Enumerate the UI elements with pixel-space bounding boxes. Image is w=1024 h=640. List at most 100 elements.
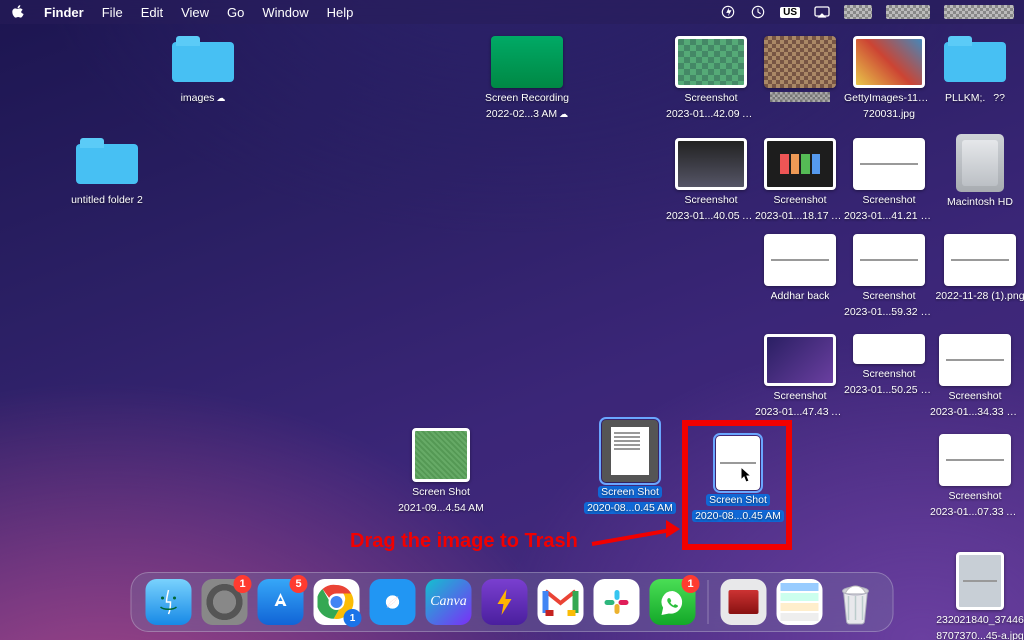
item-label2: 2023-01...41.21 PM [844, 210, 934, 222]
menu-view[interactable]: View [181, 5, 209, 20]
badge: 1 [344, 609, 362, 627]
menu-file[interactable]: File [102, 5, 123, 20]
item-label2: 720031.jpg [863, 108, 915, 120]
desktop-item-screenshot-c[interactable]: Screenshot 2023-01...18.17 AM [755, 138, 845, 222]
status-area-1[interactable] [844, 5, 872, 19]
menu-help[interactable]: Help [327, 5, 354, 20]
item-label: Screenshot [862, 290, 915, 302]
badge: 5 [290, 575, 308, 593]
desktop-item-ss2021[interactable]: Screen Shot 2021-09...4.54 AM [396, 428, 486, 514]
desktop-item-ss2020a-selected[interactable]: Screen Shot 2020-08...0.45 AM [580, 420, 680, 514]
item-label: Screenshot [773, 390, 826, 402]
item-label2: 2023-01...34.33 PM [930, 406, 1020, 418]
desktop-item-ss2020b-dragged[interactable]: Screen Shot 2020-08...0.45 AM [690, 436, 786, 522]
desktop-item-addhar[interactable]: Addhar back [755, 234, 845, 302]
folder-label-qq: ?? [993, 92, 1005, 104]
menu-go[interactable]: Go [227, 5, 244, 20]
dock-safari[interactable] [370, 579, 416, 625]
annotation-arrow-head [666, 520, 680, 538]
item-label: Screenshot [684, 194, 737, 206]
badge: 1 [234, 575, 252, 593]
item-label2: 2020-08...0.45 AM [692, 510, 784, 522]
desktop-folder-untitled[interactable]: untitled folder 2 [62, 138, 152, 206]
item-label2: 2023-01...42.09 AM [666, 108, 756, 120]
annotation-arrow [592, 528, 670, 545]
desktop-item-screenrecording[interactable]: Screen Recording 2022-02...3 AM☁︎ [482, 36, 572, 120]
desktop-item-macintosh-hd[interactable]: Macintosh HD [930, 134, 1024, 208]
folder-label: PLLKM;. [945, 92, 985, 104]
input-lang[interactable]: US [780, 7, 800, 18]
item-label: Screenshot [684, 92, 737, 104]
item-label: Macintosh HD [947, 196, 1013, 208]
item-label: Screen Shot [598, 486, 662, 498]
item-label: Addhar back [771, 290, 830, 302]
menu-edit[interactable]: Edit [141, 5, 163, 20]
item-label2: 8707370...45-a.jpg [936, 630, 1024, 640]
folder-label: untitled folder 2 [71, 194, 143, 206]
dock-trash[interactable] [833, 579, 879, 625]
cursor-icon [740, 466, 754, 489]
desktop-item-bottom[interactable]: 232021840_37446 8707370...45-a.jpg [930, 552, 1024, 640]
desktop-item-screenshot-b[interactable]: Screenshot 2023-01...40.05 AM [666, 138, 756, 222]
badge: 1 [682, 575, 700, 593]
item-label2: 2021-09...4.54 AM [398, 502, 484, 514]
menu-window[interactable]: Window [262, 5, 308, 20]
desktop-item-2022png[interactable]: 2022-11-28 (1).png [930, 234, 1024, 302]
item-label: Screenshot [773, 194, 826, 206]
desktop-item-screenshot-f[interactable]: Screenshot 2023-01...47.43 AM [755, 334, 845, 418]
dock-separator [708, 580, 709, 624]
item-label: 232021840_37446 [936, 614, 1024, 626]
item-label: Screenshot [862, 368, 915, 380]
desktop-folder-images[interactable]: images☁︎ [158, 36, 248, 104]
status-area-2[interactable] [886, 5, 930, 19]
dock-slack[interactable] [594, 579, 640, 625]
dock-canva[interactable]: Canva [426, 579, 472, 625]
menubar: Finder File Edit View Go Window Help US [0, 0, 1024, 24]
apple-icon[interactable] [10, 4, 26, 20]
screenmirror-icon[interactable] [814, 4, 830, 20]
desktop-item-screenshot-e[interactable]: Screenshot 2023-01...59.32 PM [844, 234, 934, 318]
item-label: Screenshot [948, 390, 1001, 402]
dock-mail[interactable] [538, 579, 584, 625]
dock: 1 5 1 Canva 1 [131, 572, 894, 632]
desktop-item-screenshot-d[interactable]: Screenshot 2023-01...41.21 PM [844, 138, 934, 222]
item-label: Screenshot [862, 194, 915, 206]
dock-appstore[interactable]: 5 [258, 579, 304, 625]
item-label: Screenshot [948, 490, 1001, 502]
item-label2: 2023-01...50.25 PM [844, 384, 934, 396]
item-label-obscured [770, 92, 830, 102]
annotation-text: Drag the image to Trash [350, 530, 578, 553]
desktop-item-getty[interactable]: GettyImages-11337 720031.jpg [844, 36, 934, 120]
cloud-icon: ☁︎ [559, 109, 568, 120]
folder-label: images [181, 92, 215, 104]
item-label: Screen Shot [706, 494, 770, 506]
item-label: Screen Recording [485, 92, 569, 104]
dock-bolt[interactable] [482, 579, 528, 625]
dock-notes-window[interactable] [777, 579, 823, 625]
item-label2: 2023-01...40.05 AM [666, 210, 756, 222]
item-label: Screen Shot [412, 486, 470, 498]
item-label2: 2020-08...0.45 AM [584, 502, 676, 514]
desktop-folder-pllkm[interactable]: PLLKM;.?? [930, 36, 1020, 104]
dock-chrome[interactable]: 1 [314, 579, 360, 625]
dock-preview[interactable] [721, 579, 767, 625]
dock-settings[interactable]: 1 [202, 579, 248, 625]
canva-label: Canva [430, 594, 467, 610]
item-label2: 2023-01...47.43 AM [755, 406, 845, 418]
status-area-3[interactable] [944, 5, 1014, 19]
item-label2: 2023-01...07.33 AM [930, 506, 1020, 518]
item-label: 2022-11-28 (1).png [935, 290, 1024, 302]
dock-whatsapp[interactable]: 1 [650, 579, 696, 625]
clock-icon[interactable] [750, 4, 766, 20]
menubar-app[interactable]: Finder [44, 5, 84, 20]
bolt-icon[interactable] [720, 4, 736, 20]
desktop-item-screenshot-i[interactable]: Screenshot 2023-01...07.33 AM [930, 434, 1020, 518]
desktop-item-pixelated[interactable] [755, 36, 845, 102]
desktop-item-screenshot-g[interactable]: Screenshot 2023-01...50.25 PM [844, 334, 934, 396]
desktop-item-screenshot-h[interactable]: Screenshot 2023-01...34.33 PM [930, 334, 1020, 418]
dock-finder[interactable] [146, 579, 192, 625]
item-label2: 2022-02...3 AM [486, 108, 557, 120]
desktop-item-screenshot-a[interactable]: Screenshot 2023-01...42.09 AM [666, 36, 756, 120]
item-label2: 2023-01...18.17 AM [755, 210, 845, 222]
item-label: GettyImages-11337 [844, 92, 934, 104]
